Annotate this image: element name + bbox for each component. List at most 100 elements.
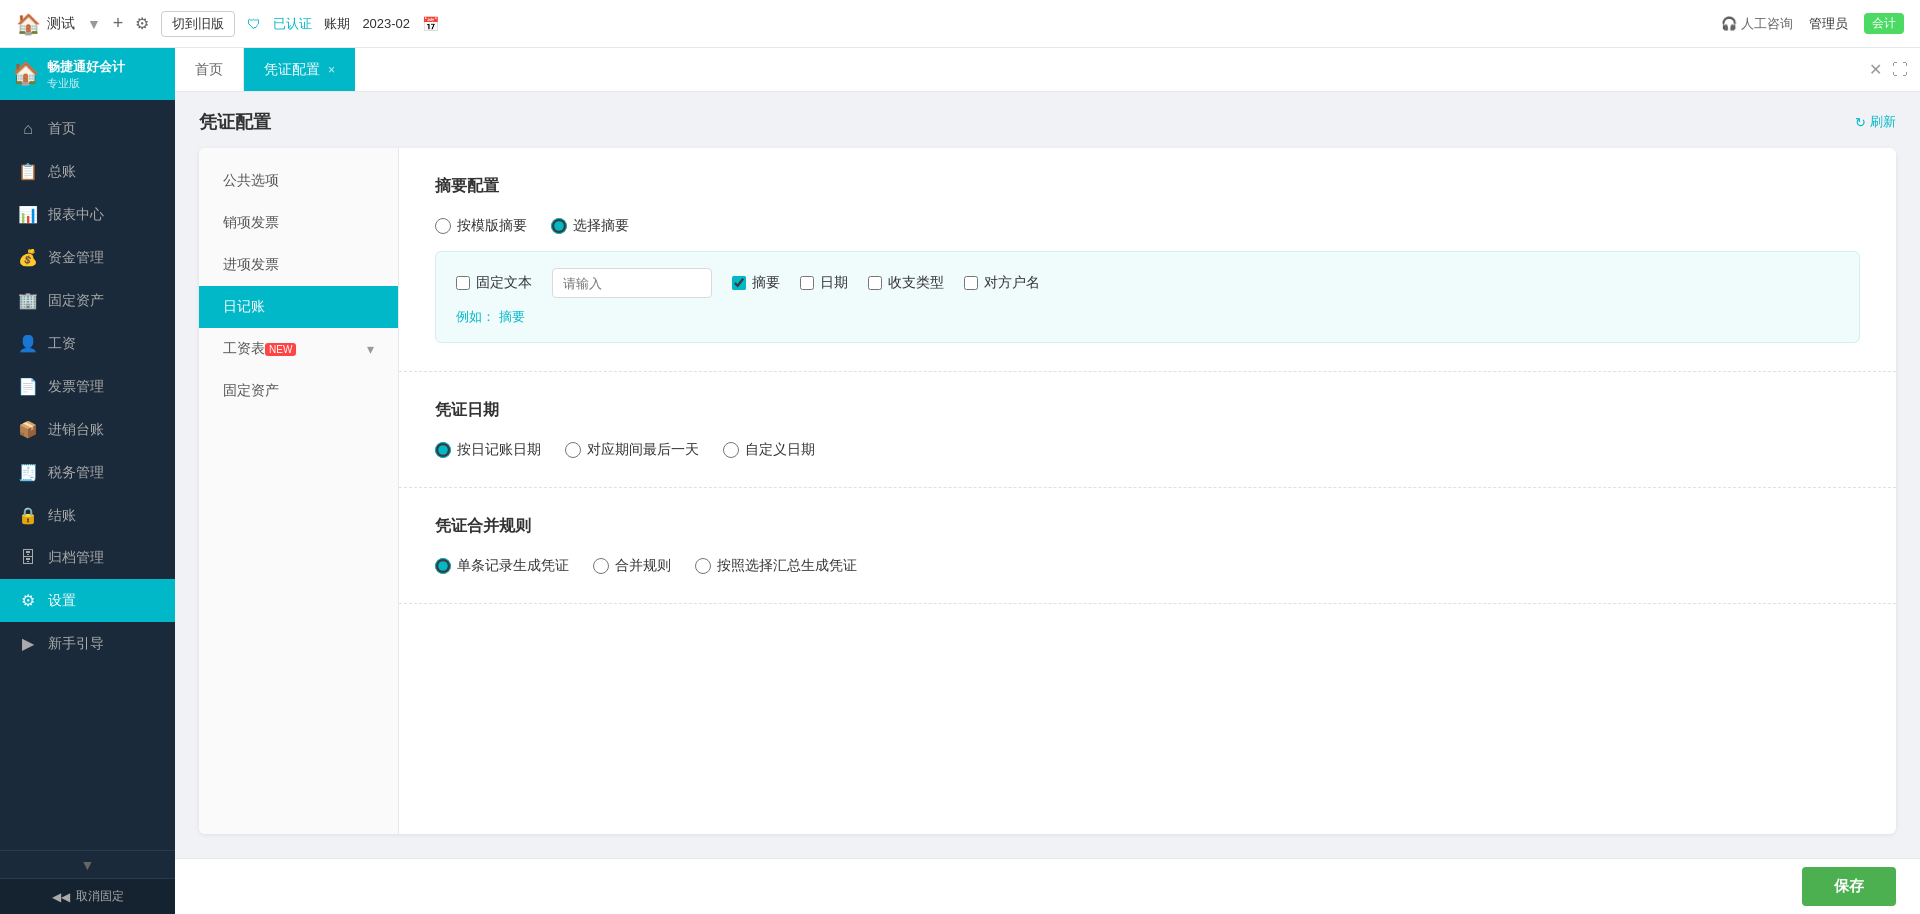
config-nav: 公共选项 销项发票 进项发票 日记账 工资表 NEW ▾	[199, 148, 399, 834]
fixed-text-input[interactable]	[552, 268, 712, 298]
cancel-pin-button[interactable]: ◀◀ 取消固定	[0, 878, 175, 914]
checkbox-abstract[interactable]: 摘要	[732, 274, 780, 292]
top-bar: 🏠 测试 ▼ + ⚙ 切到旧版 🛡 已认证 账期 2023-02 📅 🎧 人工咨…	[0, 0, 1920, 48]
guide-icon: ▶	[18, 634, 38, 653]
sidebar-item-close[interactable]: 🔒 结账	[0, 494, 175, 537]
save-button[interactable]: 保存	[1802, 867, 1896, 906]
sidebar-label-guide: 新手引导	[48, 635, 104, 653]
archive-icon: 🗄	[18, 549, 38, 567]
sidebar-item-trade[interactable]: 📦 进销台账	[0, 408, 175, 451]
config-nav-purchase[interactable]: 进项发票	[199, 244, 398, 286]
date-radio-diary[interactable]: 按日记账日期	[435, 441, 541, 459]
sidebar-item-home[interactable]: ⌂ 首页	[0, 108, 175, 150]
sidebar-label-trade: 进销台账	[48, 421, 104, 439]
config-layout: 公共选项 销项发票 进项发票 日记账 工资表 NEW ▾	[199, 148, 1896, 834]
logo-line2: 专业版	[47, 76, 125, 91]
merge-radio-single[interactable]: 单条记录生成凭证	[435, 557, 569, 575]
switch-old-button[interactable]: 切到旧版	[161, 11, 235, 37]
config-nav-diary[interactable]: 日记账	[199, 286, 398, 328]
checkbox-fixed-text[interactable]: 固定文本	[456, 274, 532, 292]
abstract-radio-select[interactable]: 选择摘要	[551, 217, 629, 235]
sidebar-label-assets: 固定资产	[48, 292, 104, 310]
company-chevron-icon[interactable]: ▼	[87, 16, 101, 32]
abstract-options-row: 固定文本 摘要 日期	[456, 268, 1839, 298]
section-voucher-date: 凭证日期 按日记账日期 对应期间最后一天	[399, 372, 1896, 488]
section-date-title: 凭证日期	[435, 400, 1860, 421]
report-icon: 📊	[18, 205, 38, 224]
support-link[interactable]: 🎧 人工咨询	[1721, 15, 1793, 33]
sidebar-item-archive[interactable]: 🗄 归档管理	[0, 537, 175, 579]
sidebar-label-report: 报表中心	[48, 206, 104, 224]
date-radio-group: 按日记账日期 对应期间最后一天 自定义日期	[435, 441, 1860, 459]
abstract-radio-template[interactable]: 按模版摘要	[435, 217, 527, 235]
section-abstract-title: 摘要配置	[435, 176, 1860, 197]
sidebar-navigation: ⌂ 首页 📋 总账 📊 报表中心 💰 资金管理 🏢 固定资产 👤 工资	[0, 100, 175, 850]
sidebar-item-tax[interactable]: 🧾 税务管理	[0, 451, 175, 494]
period-label: 账期	[324, 15, 350, 33]
config-nav-public[interactable]: 公共选项	[199, 160, 398, 202]
sidebar-label-capital: 资金管理	[48, 249, 104, 267]
page-content: 凭证配置 ↻ 刷新 公共选项 销项发票 进项发票	[175, 92, 1920, 914]
top-bar-right: 🎧 人工咨询 管理员 会计	[1721, 13, 1904, 34]
verified-icon: 🛡	[247, 16, 261, 32]
date-radio-period-end[interactable]: 对应期间最后一天	[565, 441, 699, 459]
verified-label: 已认证	[273, 15, 312, 33]
logo-line1: 畅捷通好会计	[47, 58, 125, 76]
sidebar-item-invoice[interactable]: 📄 发票管理	[0, 365, 175, 408]
headset-icon: 🎧	[1721, 16, 1737, 31]
merge-radio-rule[interactable]: 合并规则	[593, 557, 671, 575]
sidebar-label-archive: 归档管理	[48, 549, 104, 567]
invoice-icon: 📄	[18, 377, 38, 396]
tab-close-button[interactable]: ×	[328, 63, 335, 77]
sidebar-item-report[interactable]: 📊 报表中心	[0, 193, 175, 236]
sidebar-item-settings[interactable]: ⚙ 设置	[0, 579, 175, 622]
tab-bar: 首页 凭证配置 × ✕ ⛶	[175, 48, 1920, 92]
refresh-button[interactable]: ↻ 刷新	[1855, 113, 1896, 131]
sidebar-item-ledger[interactable]: 📋 总账	[0, 150, 175, 193]
sidebar-item-assets[interactable]: 🏢 固定资产	[0, 279, 175, 322]
close-period-icon: 🔒	[18, 506, 38, 525]
abstract-config-box: 固定文本 摘要 日期	[435, 251, 1860, 343]
tab-bar-actions: ✕ ⛶	[1857, 48, 1920, 91]
close-tab-button[interactable]: ✕	[1869, 60, 1882, 79]
checkbox-date[interactable]: 日期	[800, 274, 848, 292]
new-badge: NEW	[265, 343, 296, 356]
bottom-bar: 保存	[175, 858, 1920, 914]
sidebar-item-payroll[interactable]: 👤 工资	[0, 322, 175, 365]
sidebar-label-ledger: 总账	[48, 163, 76, 181]
date-radio-custom[interactable]: 自定义日期	[723, 441, 815, 459]
calendar-icon[interactable]: 📅	[422, 16, 439, 32]
sidebar-label-settings: 设置	[48, 592, 76, 610]
add-company-button[interactable]: +	[113, 13, 124, 34]
chevron-down-icon: ▼	[81, 857, 95, 873]
settings-icon: ⚙	[18, 591, 38, 610]
gear-icon[interactable]: ⚙	[135, 14, 149, 33]
page-header: 凭证配置 ↻ 刷新	[175, 92, 1920, 148]
capital-icon: 💰	[18, 248, 38, 267]
checkbox-counterpart[interactable]: 对方户名	[964, 274, 1040, 292]
home-icon: ⌂	[18, 120, 38, 138]
sidebar-item-capital[interactable]: 💰 资金管理	[0, 236, 175, 279]
sidebar-label-invoice: 发票管理	[48, 378, 104, 396]
sidebar: 🏠 畅捷通好会计 专业版 ⌂ 首页 📋 总账 📊 报表中心 💰 资金管理	[0, 48, 175, 914]
sidebar-logo: 🏠 畅捷通好会计 专业版	[0, 48, 175, 100]
fullscreen-button[interactable]: ⛶	[1892, 61, 1908, 79]
section-merge-rule: 凭证合并规则 单条记录生成凭证 合并规则	[399, 488, 1896, 604]
sidebar-label-tax: 税务管理	[48, 464, 104, 482]
tab-home[interactable]: 首页	[175, 48, 244, 91]
checkbox-income-type[interactable]: 收支类型	[868, 274, 944, 292]
tab-voucher-config[interactable]: 凭证配置 ×	[244, 48, 355, 91]
config-nav-salary[interactable]: 工资表 NEW ▾	[199, 328, 398, 370]
sidebar-label-home: 首页	[48, 120, 76, 138]
user-name[interactable]: 管理员	[1809, 15, 1848, 33]
merge-radio-group: 单条记录生成凭证 合并规则 按照选择汇总生成凭证	[435, 557, 1860, 575]
content-area: 首页 凭证配置 × ✕ ⛶ 凭证配置 ↻ 刷新	[175, 48, 1920, 914]
merge-radio-summary[interactable]: 按照选择汇总生成凭证	[695, 557, 857, 575]
config-nav-fixed-assets[interactable]: 固定资产	[199, 370, 398, 412]
sidebar-item-guide[interactable]: ▶ 新手引导	[0, 622, 175, 665]
sidebar-scroll-down[interactable]: ▼	[0, 850, 175, 878]
config-nav-sales[interactable]: 销项发票	[199, 202, 398, 244]
tax-icon: 🧾	[18, 463, 38, 482]
period-value: 2023-02	[362, 16, 410, 31]
assets-icon: 🏢	[18, 291, 38, 310]
